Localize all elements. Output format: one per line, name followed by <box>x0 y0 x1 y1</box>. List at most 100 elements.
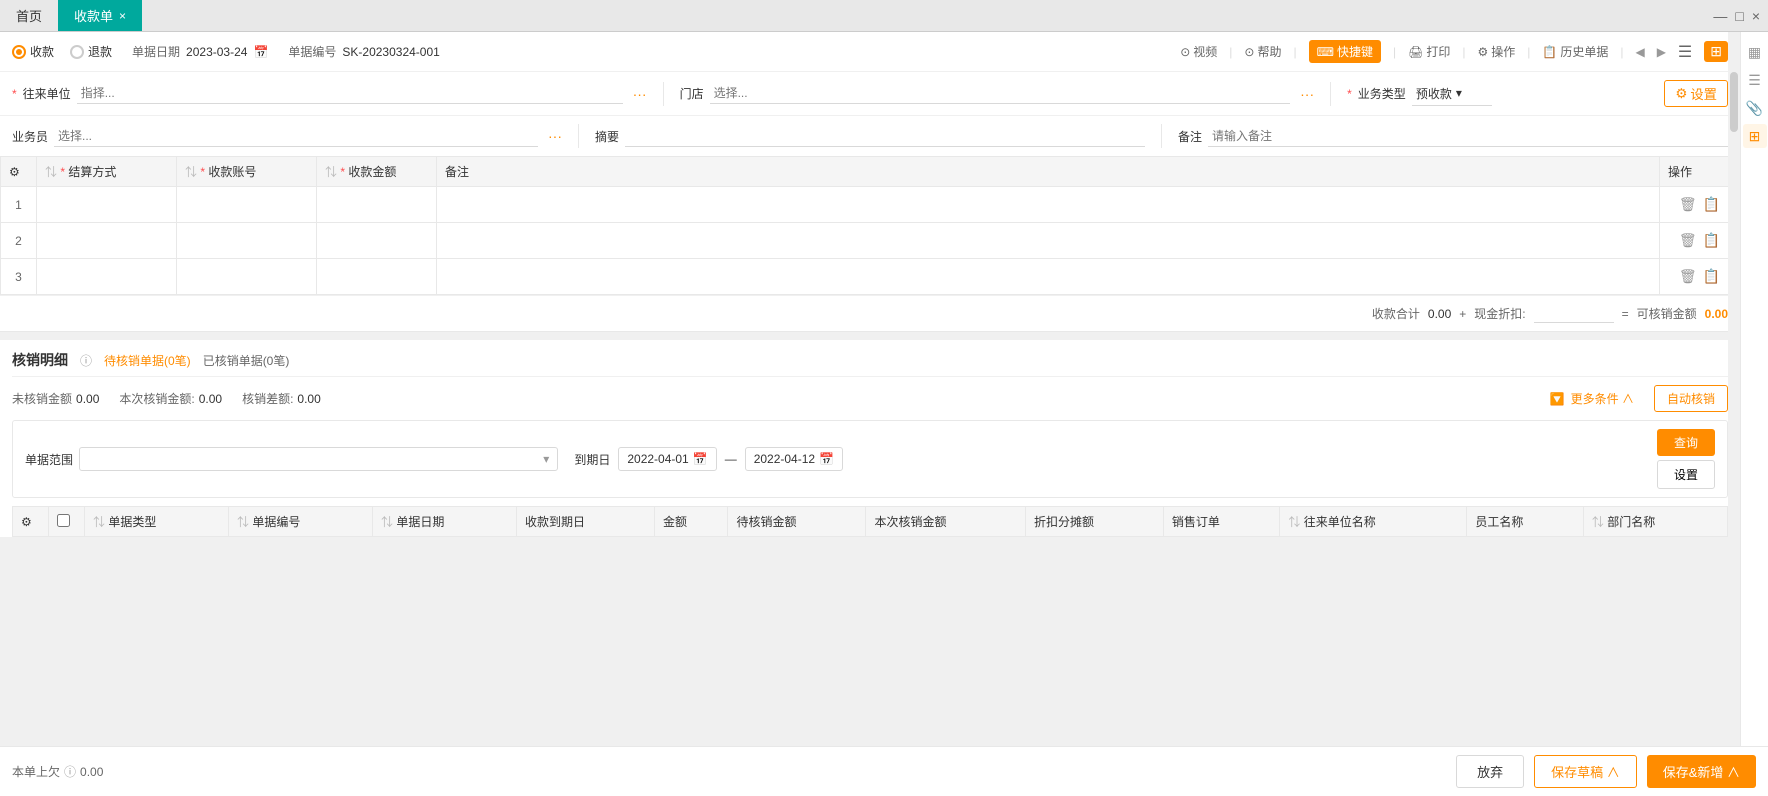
remarks-label: 备注 <box>1178 128 1202 145</box>
tab-close-icon[interactable]: × <box>119 9 126 23</box>
video-label: 视频 <box>1193 43 1217 60</box>
remark-cell[interactable] <box>437 187 1660 223</box>
sidebar-expand-icon[interactable]: ⊞ <box>1743 124 1767 148</box>
business-type-select[interactable]: 预收款 ▾ <box>1412 82 1492 106</box>
help-btn[interactable]: ⊙ 帮助 <box>1244 43 1281 60</box>
layout-grid-icon[interactable]: ⊞ <box>1704 41 1728 62</box>
diff-stat: 核销差额: 0.00 <box>242 390 321 407</box>
amount-cell[interactable] <box>317 187 437 223</box>
date-end-input[interactable]: 2022-04-12 📅 <box>745 447 843 471</box>
settle-input[interactable] <box>37 223 176 258</box>
scrollbar[interactable] <box>1728 32 1740 748</box>
tab-home[interactable]: 首页 <box>0 0 58 31</box>
remark-input[interactable] <box>437 223 1659 258</box>
summary-field: 摘要 <box>595 126 1145 147</box>
auto-cancel-button[interactable]: 自动核销 <box>1654 385 1728 412</box>
sidebar-list-icon[interactable]: ☰ <box>1743 68 1767 92</box>
delete-icon[interactable]: 🗑 <box>1679 232 1697 249</box>
col-amount-header: 金额 <box>654 507 727 537</box>
equals-sign: = <box>1622 307 1629 321</box>
radio-receipt[interactable]: 收款 <box>12 43 54 60</box>
bottom-gear-th[interactable]: ⚙ <box>13 507 49 537</box>
salesperson-field: 业务员 ··· <box>12 126 562 147</box>
select-all-checkbox[interactable] <box>57 514 70 527</box>
footer-info-icon[interactable]: ⓘ <box>64 763 76 780</box>
scrollbar-thumb[interactable] <box>1730 72 1738 132</box>
table-gear-icon[interactable]: ⚙ <box>1 157 37 187</box>
salesperson-more-btn[interactable]: ··· <box>548 128 562 144</box>
history-btn[interactable]: 📋 历史单据 <box>1542 43 1608 60</box>
done-tab[interactable]: 已核销单据(0笔) <box>203 352 290 369</box>
settle-cell[interactable] <box>37 223 177 259</box>
shortcut-btn[interactable]: ⌨ 快捷键 <box>1309 40 1381 63</box>
date-start-input[interactable]: 2022-04-01 📅 <box>618 447 716 471</box>
partner-more-btn[interactable]: ··· <box>633 86 647 102</box>
info-icon[interactable]: ⓘ <box>80 352 92 369</box>
filter-settings-button[interactable]: 设置 <box>1657 460 1715 489</box>
settle-cell[interactable] <box>37 259 177 295</box>
amount-cell[interactable] <box>317 259 437 295</box>
delete-icon[interactable]: 🗑 <box>1679 196 1697 213</box>
discount-input[interactable] <box>1534 304 1614 323</box>
close-icon[interactable]: × <box>1752 8 1760 24</box>
account-cell[interactable] <box>177 223 317 259</box>
tab-receipt[interactable]: 收款单 × <box>58 0 142 31</box>
row-num: 3 <box>1 259 37 295</box>
col-dept-sort: ⇅ <box>1592 515 1604 529</box>
footer: 本单上欠 ⓘ 0.00 放弃 保存草稿 ∧ 保存&新增 ∧ <box>0 746 1768 796</box>
remark-input[interactable] <box>437 187 1659 222</box>
layout-list-icon[interactable]: ☰ <box>1678 42 1692 62</box>
remarks-input[interactable] <box>1208 126 1728 147</box>
filter-buttons: 查询 设置 <box>1657 429 1715 489</box>
account-cell[interactable] <box>177 187 317 223</box>
history-label: 历史单据 <box>1560 43 1608 60</box>
settle-cell[interactable] <box>37 187 177 223</box>
settings-button[interactable]: ⚙ 设置 <box>1664 80 1728 107</box>
settle-input[interactable] <box>37 187 176 222</box>
minimize-icon[interactable]: — <box>1713 8 1727 24</box>
delete-icon[interactable]: 🗑 <box>1679 268 1697 285</box>
summary-input[interactable] <box>625 126 1145 147</box>
nav-next-icon[interactable]: ▶ <box>1657 45 1666 59</box>
nav-prev-icon[interactable]: ◀ <box>1635 45 1644 59</box>
copy-icon[interactable]: 📋 <box>1703 232 1720 249</box>
sidebar-table-icon[interactable]: ▦ <box>1743 40 1767 64</box>
print-btn[interactable]: 🖨 打印 <box>1408 43 1450 60</box>
calendar-icon[interactable]: 📅 <box>253 45 268 59</box>
sidebar-attach-icon[interactable]: 📎 <box>1743 96 1767 120</box>
save-new-button[interactable]: 保存&新增 ∧ <box>1647 755 1756 788</box>
available-value: 0.00 <box>1705 307 1728 321</box>
abandon-button[interactable]: 放弃 <box>1456 755 1524 788</box>
amount-cell[interactable] <box>317 223 437 259</box>
remark-cell[interactable] <box>437 223 1660 259</box>
number-field: 单据编号 SK-20230324-001 <box>288 43 439 60</box>
col-partner-sort: ⇅ <box>1288 515 1300 529</box>
video-btn[interactable]: ⊙ 视频 <box>1180 43 1217 60</box>
remark-input[interactable] <box>437 259 1659 294</box>
account-input[interactable] <box>177 187 316 222</box>
amount-input[interactable] <box>317 259 436 294</box>
bottom-checkbox-th[interactable] <box>49 507 85 537</box>
query-button[interactable]: 查询 <box>1657 429 1715 456</box>
account-cell[interactable] <box>177 259 317 295</box>
partner-input[interactable] <box>77 83 623 104</box>
maximize-icon[interactable]: □ <box>1735 8 1743 24</box>
range-select[interactable]: ▾ <box>79 447 558 471</box>
amount-input[interactable] <box>317 223 436 258</box>
copy-icon[interactable]: 📋 <box>1703 196 1720 213</box>
remark-cell[interactable] <box>437 259 1660 295</box>
store-more-btn[interactable]: ··· <box>1300 86 1314 102</box>
settle-input[interactable] <box>37 259 176 294</box>
account-input[interactable] <box>177 223 316 258</box>
amount-input[interactable] <box>317 187 436 222</box>
radio-refund[interactable]: 退款 <box>70 43 112 60</box>
account-input[interactable] <box>177 259 316 294</box>
store-label: 门店 <box>680 85 704 102</box>
operations-btn[interactable]: ⚙ 操作 <box>1477 43 1515 60</box>
copy-icon[interactable]: 📋 <box>1703 268 1720 285</box>
store-input[interactable] <box>710 83 1291 104</box>
save-draft-button[interactable]: 保存草稿 ∧ <box>1534 755 1637 788</box>
pending-tab[interactable]: 待核销单据(0笔) <box>104 352 191 369</box>
more-conditions-btn[interactable]: 🔽 更多条件 ∧ <box>1550 390 1634 407</box>
salesperson-input[interactable] <box>54 126 538 147</box>
